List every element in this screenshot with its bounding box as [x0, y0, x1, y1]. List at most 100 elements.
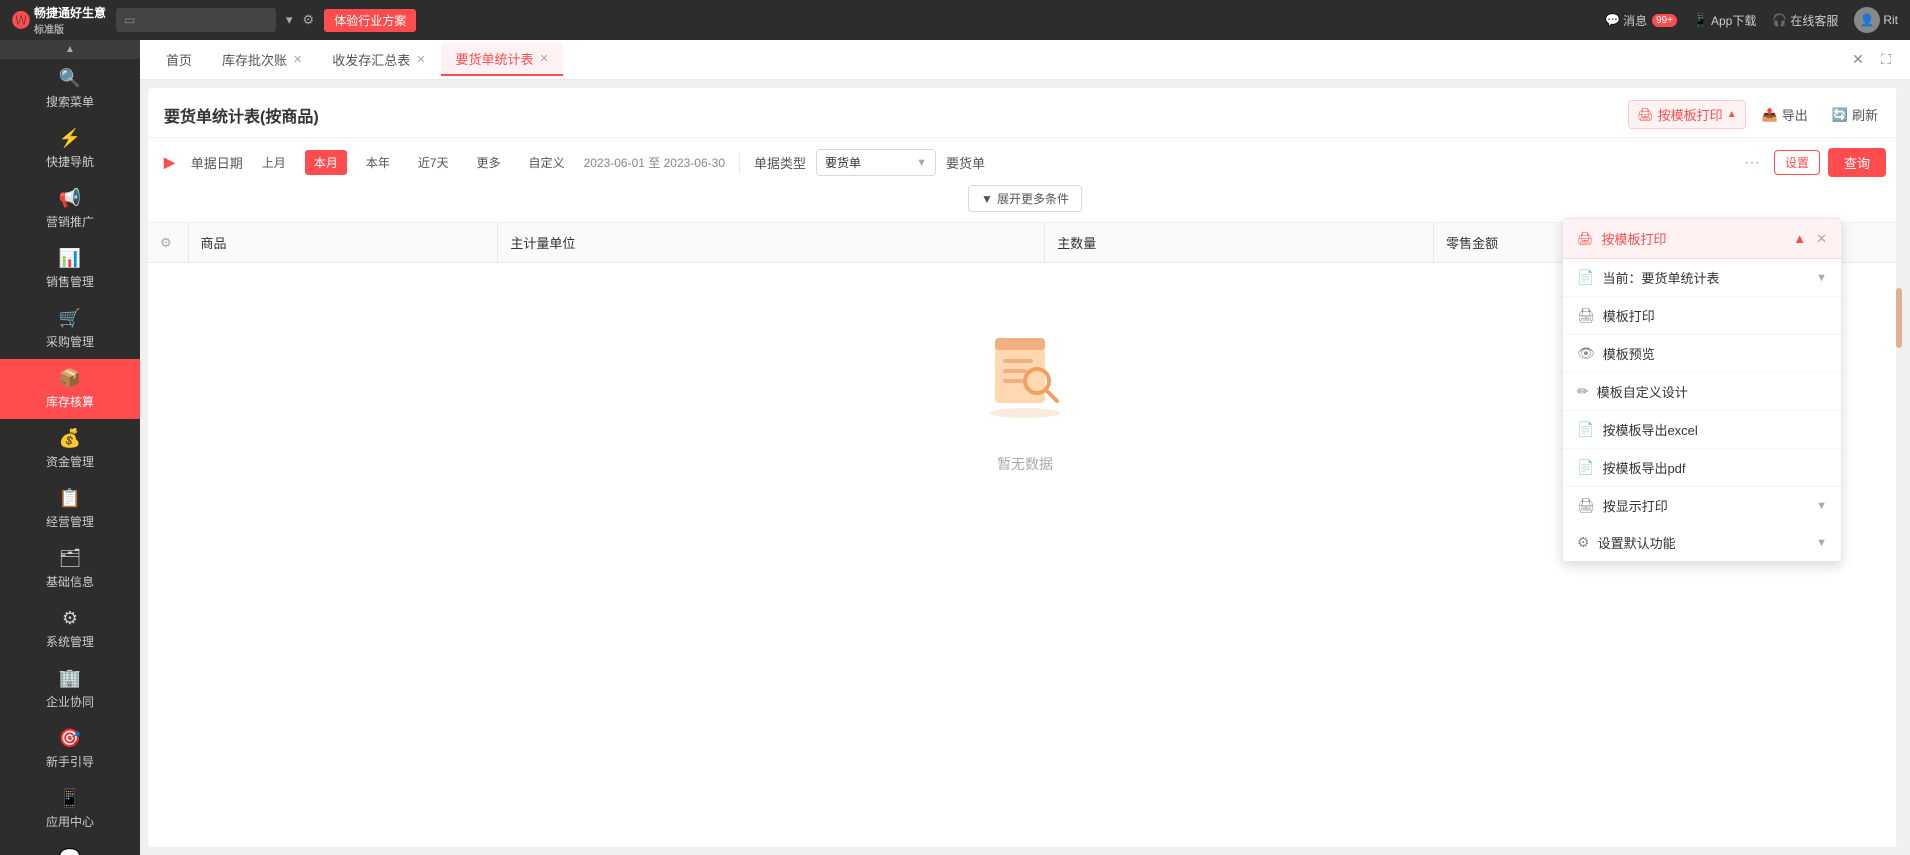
sidebar-item-purchase[interactable]: 🛒 采购管理: [0, 299, 140, 359]
window-close-btn[interactable]: ✕: [1846, 48, 1870, 72]
refresh-btn[interactable]: 🔄 刷新: [1824, 101, 1886, 128]
date-btn-current-month[interactable]: 本月: [305, 150, 347, 175]
filter-area: ▶ 单据日期 上月 本月 本年 近7天 更多 自定义 2023-06-01 至 …: [148, 138, 1902, 223]
query-btn[interactable]: 查询: [1828, 148, 1886, 177]
search-dropdown-icon[interactable]: ▾: [286, 12, 293, 28]
quicknav-icon: ⚡: [59, 128, 81, 149]
date-btn-custom[interactable]: 自定义: [520, 150, 574, 175]
sidebar-item-wechat[interactable]: 💬 企业微信: [0, 839, 140, 855]
app-download-btn[interactable]: 📱 App下载: [1693, 12, 1756, 29]
sidebar-item-marketing[interactable]: 📢 营销推广: [0, 179, 140, 239]
top-gear-icon[interactable]: ⚙: [303, 12, 315, 28]
table-settings-icon[interactable]: ⚙: [160, 235, 172, 250]
app-name: 畅捷通好生意: [34, 4, 106, 21]
online-service-btn[interactable]: 🎧 在线客服: [1772, 12, 1838, 29]
window-expand-btn[interactable]: ⛶: [1874, 48, 1898, 72]
sidebar-label-newbie: 新手引导: [46, 753, 94, 770]
template-pdf-label: 按模板导出pdf: [1602, 458, 1685, 477]
message-badge: 99+: [1652, 14, 1677, 27]
top-search[interactable]: ▭: [116, 8, 276, 32]
sidebar-item-basic[interactable]: 🗂 基础信息: [0, 539, 140, 599]
sidebar-item-sales[interactable]: 📊 销售管理: [0, 239, 140, 299]
dropdown-item-template-pdf[interactable]: 📄 按模板导出pdf: [1563, 449, 1841, 487]
filter-toggle-icon[interactable]: ▶: [164, 154, 175, 171]
export-icon: 📤: [1762, 107, 1778, 123]
tab-batch-accounts[interactable]: 库存批次账 ✕: [208, 44, 316, 75]
dropdown-print-icon: 🖨: [1577, 231, 1594, 247]
sidebar-label-search: 搜索菜单: [46, 93, 94, 110]
print-icon: 🖨: [1637, 107, 1654, 123]
inventory-icon: 📦: [59, 368, 81, 389]
date-btn-prev-month[interactable]: 上月: [253, 150, 295, 175]
marketing-icon: 📢: [59, 188, 81, 209]
more-options-icon[interactable]: ···: [1744, 154, 1760, 172]
template-design-label: 模板自定义设计: [1597, 382, 1688, 401]
username: Rit: [1883, 13, 1898, 27]
date-range: 2023-06-01 至 2023-06-30: [584, 154, 725, 171]
doc-type-select[interactable]: 要货单 ▼: [816, 149, 936, 176]
template-excel-icon: 📄: [1577, 421, 1594, 438]
sidebar-label-quick-nav: 快捷导航: [46, 153, 94, 170]
current-template-icon: 📄: [1577, 269, 1594, 286]
appcenter-icon: 📱: [59, 788, 81, 809]
display-print-arrow: ▼: [1816, 500, 1827, 512]
set-default-icon: ⚙: [1577, 534, 1590, 551]
template-preview-label: 模板预览: [1603, 344, 1655, 363]
messages-btn[interactable]: 💬 消息 99+: [1605, 12, 1677, 29]
trial-btn[interactable]: 体验行业方案: [324, 9, 416, 32]
user-avatar[interactable]: 👤 Rit: [1854, 7, 1898, 33]
sidebar-item-search[interactable]: 🔍 搜索菜单: [0, 59, 140, 119]
app-version: 标准版: [34, 21, 106, 36]
sidebar-item-enterprise[interactable]: 🏢 企业协同: [0, 659, 140, 719]
dropdown-item-template-design[interactable]: ✏ 模板自定义设计: [1563, 373, 1841, 411]
sidebar-item-app-center[interactable]: 📱 应用中心: [0, 779, 140, 839]
sidebar-item-newbie[interactable]: 🎯 新手引导: [0, 719, 140, 779]
filter-divider-1: [739, 153, 740, 173]
sidebar-item-system[interactable]: ⚙ 系统管理: [0, 599, 140, 659]
settings-btn[interactable]: 设置: [1774, 150, 1820, 175]
newbie-icon: 🎯: [59, 728, 81, 749]
content-area: 首页 库存批次账 ✕ 收发存汇总表 ✕ 要货单统计表 ✕ ✕ ⛶ 要: [140, 40, 1910, 855]
template-excel-label: 按模板导出excel: [1602, 420, 1697, 439]
page-title: 要货单统计表(按商品): [164, 103, 319, 127]
dropdown-item-template-preview[interactable]: 👁 模板预览: [1563, 335, 1841, 373]
dropdown-item-template-print[interactable]: 🖨 模板打印: [1563, 297, 1841, 335]
dropdown-sub-display-print[interactable]: 🖨 按显示打印 ▼: [1563, 487, 1841, 524]
empty-text: 暂无数据: [997, 454, 1053, 474]
print-template-dropdown: 🖨 按模板打印 ▲ ✕ 📄 当前：要货单统计表 ▼ 🖨 模板打印: [1562, 218, 1842, 562]
dropdown-chevron-up[interactable]: ▲: [1793, 231, 1806, 246]
date-btn-more[interactable]: 更多: [468, 150, 510, 175]
sidebar-label-sales: 销售管理: [46, 273, 94, 290]
sidebar-item-quick-nav[interactable]: ⚡ 快捷导航: [0, 119, 140, 179]
dropdown-close-btn[interactable]: ✕: [1816, 231, 1827, 247]
tab-home[interactable]: 首页: [152, 44, 206, 75]
right-scrollbar[interactable]: [1896, 88, 1902, 847]
dropdown-item-template-excel[interactable]: 📄 按模板导出excel: [1563, 411, 1841, 449]
sidebar-label-enterprise: 企业协同: [46, 693, 94, 710]
export-btn[interactable]: 📤 导出: [1754, 101, 1816, 128]
tab-close-batch-accounts[interactable]: ✕: [293, 53, 302, 66]
dropdown-current-template[interactable]: 📄 当前：要货单统计表 ▼: [1563, 259, 1841, 297]
tab-close-order-stats[interactable]: ✕: [540, 52, 549, 65]
print-template-btn[interactable]: 🖨 按模板打印 ▲: [1628, 100, 1745, 129]
finance-icon: 💰: [59, 428, 81, 449]
sidebar-item-operation[interactable]: 📋 经营管理: [0, 479, 140, 539]
date-btn-last7[interactable]: 近7天: [409, 150, 458, 175]
wechat-icon: 💬: [59, 848, 81, 855]
col-product: 商品: [188, 223, 498, 263]
template-design-icon: ✏: [1577, 383, 1589, 400]
page-content: 要货单统计表(按商品) 🖨 按模板打印 ▲ 📤 导出 🔄 刷新: [148, 88, 1902, 847]
dropdown-header[interactable]: 🖨 按模板打印 ▲ ✕: [1563, 219, 1841, 259]
dropdown-sub-set-default[interactable]: ⚙ 设置默认功能 ▼: [1563, 524, 1841, 561]
sidebar-scroll-up[interactable]: ▲: [0, 40, 140, 59]
sidebar-item-inventory[interactable]: 📦 库存核算: [0, 359, 140, 419]
sidebar-label-finance: 资金管理: [46, 453, 94, 470]
expand-chevron-down: ▼: [981, 192, 993, 206]
date-btn-current-year[interactable]: 本年: [357, 150, 399, 175]
expand-more-btn[interactable]: ▼ 展开更多条件: [968, 185, 1082, 212]
tab-close-receipt-summary[interactable]: ✕: [416, 53, 425, 66]
tab-order-stats[interactable]: 要货单统计表 ✕: [441, 43, 562, 76]
tab-receipt-summary[interactable]: 收发存汇总表 ✕: [318, 44, 439, 75]
col-settings[interactable]: ⚙: [148, 223, 188, 263]
sidebar-item-finance[interactable]: 💰 资金管理: [0, 419, 140, 479]
